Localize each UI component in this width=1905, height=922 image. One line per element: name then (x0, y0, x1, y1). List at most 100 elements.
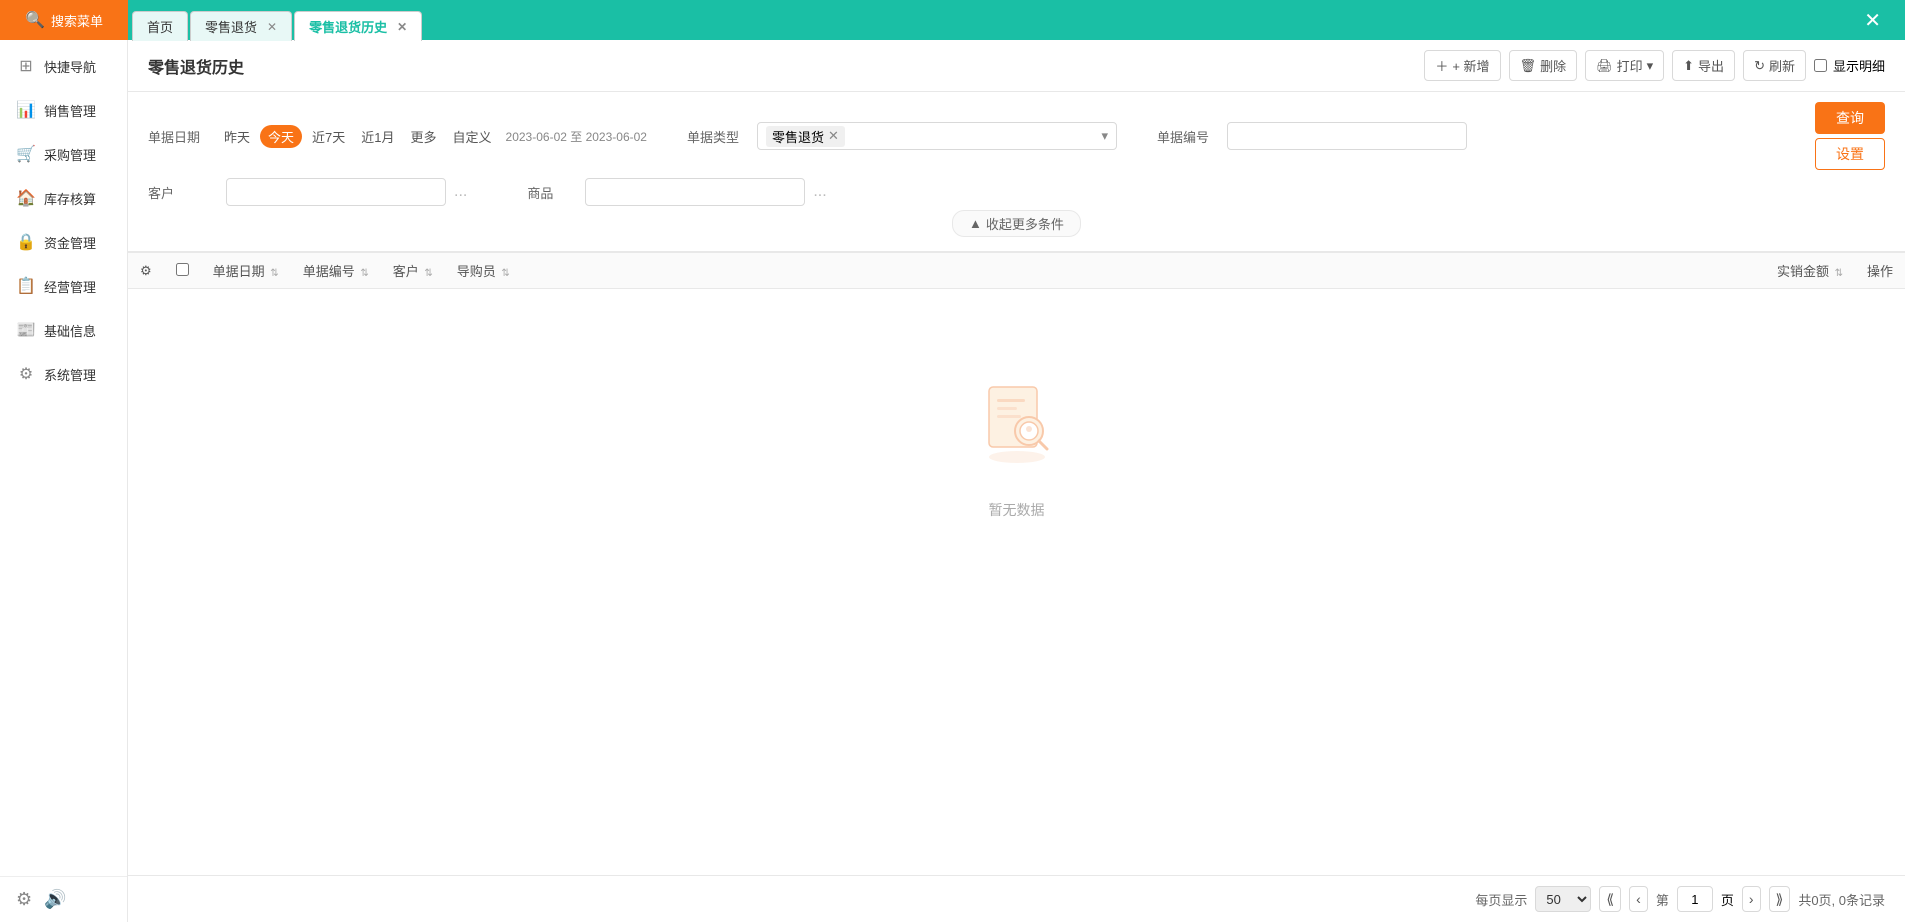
sidebar-item-sales-mgmt[interactable]: 📊 销售管理 (0, 88, 127, 132)
date-quick-buttons: 昨天 今天 近7天 近1月 更多 自定义 (218, 125, 498, 148)
sidebar-item-purchase-mgmt-label: 采购管理 (44, 145, 96, 164)
page-prev-button[interactable]: ‹ (1629, 886, 1648, 912)
sort-icon-customer: ⇅ (424, 268, 432, 279)
export-icon: ⬆ (1683, 58, 1694, 74)
page-header: 零售退货历史 ＋ + 新增 🗑 删除 🖨 打印 ▾ ⬆ 导出 (128, 40, 1905, 92)
print-button[interactable]: 🖨 打印 ▾ (1585, 50, 1664, 81)
sidebar-item-basic-info[interactable]: 📰 基础信息 (0, 308, 127, 352)
top-bar-right: ✕ (1856, 4, 1905, 37)
export-button[interactable]: ⬆ 导出 (1672, 50, 1735, 81)
date-last1month-btn[interactable]: 近1月 (355, 125, 400, 148)
customer-input[interactable] (226, 178, 446, 206)
sidebar-item-basic-info-label: 基础信息 (44, 321, 96, 340)
th-check[interactable] (164, 253, 201, 289)
basic-info-icon: 📰 (16, 320, 36, 340)
search-icon: 🔍 (25, 10, 45, 30)
date-yesterday-btn[interactable]: 昨天 (218, 125, 256, 148)
system-icon: ⚙ (16, 364, 36, 384)
th-settings[interactable]: ⚙ (128, 253, 164, 289)
sidebar-item-purchase-mgmt[interactable]: 🛒 采购管理 (0, 132, 127, 176)
close-app-button[interactable]: ✕ (1856, 4, 1889, 37)
doc-type-tag-label: 零售退货 (772, 127, 824, 146)
tab-retail-return-history[interactable]: 零售退货历史 ✕ (294, 11, 422, 41)
customer-filter-label: 客户 (148, 183, 218, 202)
sidebar-item-capital-mgmt[interactable]: 🔒 资金管理 (0, 220, 127, 264)
sales-icon: 📊 (16, 100, 36, 120)
date-last7-btn[interactable]: 近7天 (306, 125, 351, 148)
page-total-summary: 共0页, 0条记录 (1798, 890, 1885, 909)
sort-icon-doc-date: ⇅ (270, 268, 278, 279)
page-number-input[interactable] (1677, 886, 1713, 912)
filter-settings-button[interactable]: 设置 (1815, 138, 1885, 170)
close-tab-retail-return[interactable]: ✕ (267, 20, 277, 34)
page-last-button[interactable]: ⟫ (1769, 886, 1791, 912)
sidebar-item-inventory-label: 库存核算 (44, 189, 96, 208)
sidebar-item-operations-mgmt[interactable]: 📋 经营管理 (0, 264, 127, 308)
sort-icon-amount: ⇅ (1835, 268, 1843, 279)
th-customer[interactable]: 客户 ⇅ (381, 253, 445, 289)
filter-row-2: 客户 ... 商品 ... (148, 178, 1885, 206)
print-icon: 🖨 (1596, 58, 1613, 74)
delete-button[interactable]: 🗑 删除 (1509, 50, 1578, 81)
doc-number-input[interactable] (1227, 122, 1467, 150)
page-first-button[interactable]: ⟪ (1599, 886, 1621, 912)
data-table: ⚙ 单据日期 ⇅ 单据编号 ⇅ 客户 ⇅ (128, 252, 1905, 600)
sort-icon-guide: ⇅ (501, 268, 509, 279)
th-doc-number[interactable]: 单据编号 ⇅ (291, 253, 381, 289)
date-today-btn[interactable]: 今天 (260, 125, 302, 148)
sidebar-item-inventory[interactable]: 🏠 库存核算 (0, 176, 127, 220)
th-customer-label: 客户 (393, 264, 419, 279)
pagination-bar: 每页显示 50 10 20 100 ⟪ ‹ 第 页 › ⟫ 共0页, 0条记录 (128, 875, 1905, 922)
sidebar-item-system-mgmt-label: 系统管理 (44, 365, 96, 384)
new-button[interactable]: ＋ + 新增 (1424, 50, 1500, 81)
table-area: ⚙ 单据日期 ⇅ 单据编号 ⇅ 客户 ⇅ (128, 252, 1905, 875)
toolbar: ＋ + 新增 🗑 删除 🖨 打印 ▾ ⬆ 导出 ↻ (1424, 50, 1885, 81)
doc-type-select[interactable]: 零售退货 ✕ ▾ (757, 122, 1117, 150)
volume-icon[interactable]: 🔊 (44, 889, 66, 910)
display-detail-toggle[interactable]: 显示明细 (1814, 56, 1885, 75)
th-action-label: 操作 (1867, 264, 1893, 279)
th-amount-label: 实销金额 (1777, 264, 1829, 279)
doc-type-tag: 零售退货 ✕ (766, 126, 845, 147)
collapse-up-icon: ▲ (969, 216, 982, 231)
product-dots-icon[interactable]: ... (813, 183, 826, 201)
customer-dots-icon[interactable]: ... (454, 183, 467, 201)
doc-type-label: 单据类型 (687, 127, 757, 146)
main-layout: ⊞ 快捷导航 📊 销售管理 🛒 采购管理 🏠 库存核算 🔒 资金管理 📋 (0, 40, 1905, 922)
sidebar-item-system-mgmt[interactable]: ⚙ 系统管理 (0, 352, 127, 396)
refresh-icon: ↻ (1754, 58, 1765, 74)
tab-home-label: 首页 (147, 17, 173, 36)
date-range-display: 2023-06-02 至 2023-06-02 (506, 128, 647, 145)
sidebar-bottom: ⚙ 🔊 (0, 876, 127, 922)
doc-type-chevron-icon: ▾ (1101, 128, 1108, 144)
th-amount[interactable]: 实销金额 ⇅ (1765, 253, 1855, 289)
search-menu-button[interactable]: 🔍 搜索菜单 (0, 0, 128, 40)
th-guide[interactable]: 导购员 ⇅ (445, 253, 522, 289)
date-filter-label: 单据日期 (148, 127, 218, 146)
doc-type-remove[interactable]: ✕ (828, 128, 839, 144)
sidebar-item-quick-nav[interactable]: ⊞ 快捷导航 (0, 44, 127, 88)
date-custom-btn[interactable]: 自定义 (447, 125, 498, 148)
th-doc-date[interactable]: 单据日期 ⇅ (201, 253, 291, 289)
settings-icon[interactable]: ⚙ (16, 889, 32, 910)
display-detail-checkbox[interactable] (1814, 59, 1827, 72)
sidebar-item-sales-mgmt-label: 销售管理 (44, 101, 96, 120)
page-next-button[interactable]: › (1742, 886, 1761, 912)
purchase-icon: 🛒 (16, 144, 36, 164)
collapse-button[interactable]: ▲ 收起更多条件 (952, 210, 1081, 237)
new-label: + 新增 (1452, 56, 1489, 75)
close-tab-retail-return-history[interactable]: ✕ (397, 20, 407, 34)
product-input[interactable] (585, 178, 805, 206)
refresh-button[interactable]: ↻ 刷新 (1743, 50, 1806, 81)
query-button[interactable]: 查询 (1815, 102, 1885, 134)
th-spacer (522, 253, 1765, 289)
page-label-pre: 第 (1656, 890, 1669, 909)
select-all-checkbox[interactable] (176, 263, 189, 276)
print-chevron-icon: ▾ (1647, 58, 1654, 74)
page-size-select[interactable]: 50 10 20 100 (1535, 886, 1591, 912)
customer-filter-cell: 客户 ... (148, 178, 467, 206)
date-more-btn[interactable]: 更多 (405, 125, 443, 148)
tab-retail-return[interactable]: 零售退货 ✕ (190, 11, 292, 41)
inventory-icon: 🏠 (16, 188, 36, 208)
tab-home[interactable]: 首页 (132, 11, 188, 41)
